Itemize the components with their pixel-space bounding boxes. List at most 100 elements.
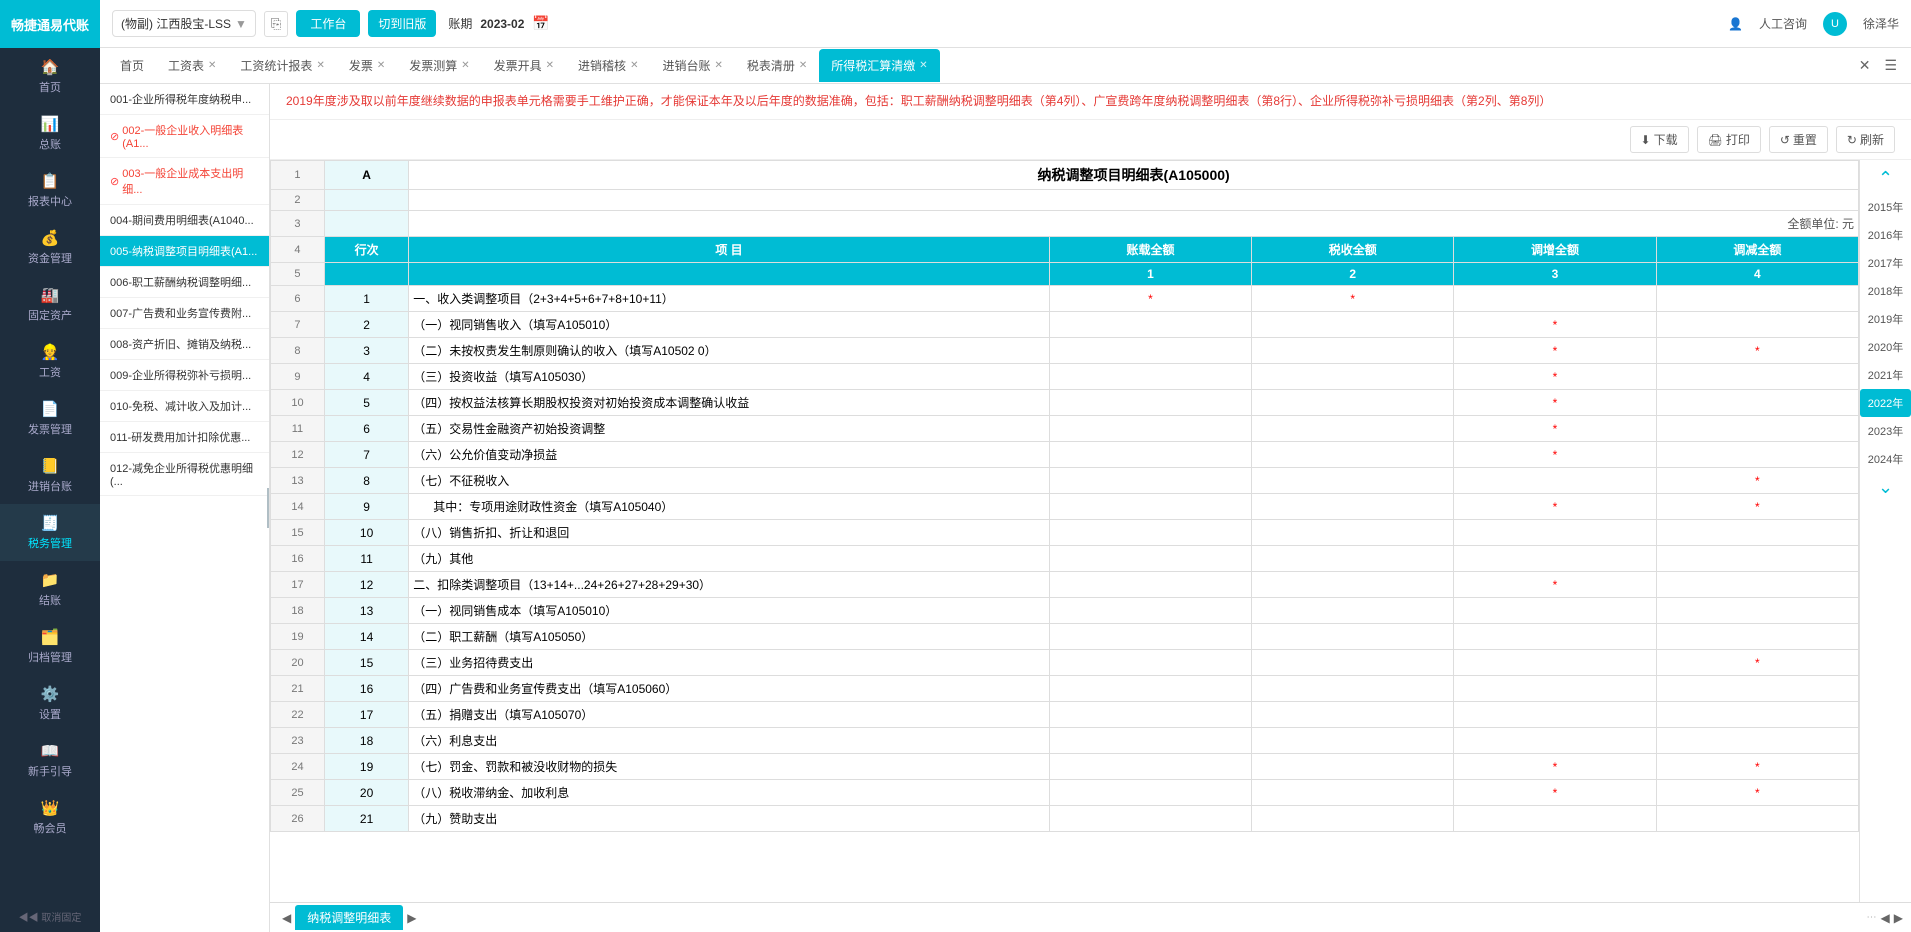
toolbar: ⬇ 下载 🖨 打印 ↺ 重置 ↻ 刷新 [270,120,1911,160]
copy-icon[interactable]: ⎘ [264,11,288,37]
table-row: 24 19 （七）罚金、罚款和被没收财物的损失 * * [271,754,1859,780]
year-nav-down[interactable]: ⌄ [1874,473,1897,502]
year-item-2016[interactable]: 2016年 [1860,221,1911,249]
reports-icon: 📋 [41,172,60,190]
print-button[interactable]: 🖨 打印 [1697,126,1761,153]
scroll-right-btn[interactable]: ▶ [1894,911,1903,925]
tab-purchsale-check[interactable]: 进销稽核 ✕ [566,49,650,82]
sidebar-item-archive[interactable]: 🗂️ 归档管理 [0,618,100,675]
sidebar-item-tax[interactable]: 🧾 税务管理 [0,504,100,561]
tab-tax-list[interactable]: 税表清册 ✕ [735,49,819,82]
table-scroll-area[interactable]: 1 A 纳税调整项目明细表(A105000) 2 3 [270,160,1859,902]
tab-payroll[interactable]: 工资表 ✕ [156,49,228,82]
sidebar: 畅捷通易代账 🏠 首页 📊 总账 📋 报表中心 💰 资金管理 🏭 固定资产 👷 … [0,0,100,932]
table-row: 14 9 其中：专项用途财政性资金（填写A105040） * * [271,494,1859,520]
sidebar-item-home[interactable]: 🏠 首页 [0,48,100,105]
tab-invoice-open[interactable]: 发票开具 ✕ [482,49,566,82]
sidebar-item-reports[interactable]: 📋 报表中心 [0,162,100,219]
topbar-right: 👤 人工咨询 U 徐泽华 [1728,12,1899,36]
year-item-2022[interactable]: 2022年 [1860,389,1911,417]
tab-close-purchsale-check[interactable]: ✕ [630,60,638,71]
sidebar-item-vip[interactable]: 👑 畅会员 [0,789,100,846]
left-panel-item-002[interactable]: ⊘ 002-一般企业收入明细表(A1... [100,115,269,158]
left-panel-item-004[interactable]: 004-期间费用明细表(A1040... [100,205,269,236]
table-row: 20 15 （三）业务招待费支出 * [271,650,1859,676]
left-panel-item-012[interactable]: 012-减免企业所得税优惠明细(... [100,453,269,496]
year-item-2020[interactable]: 2020年 [1860,333,1911,361]
bottom-tab-active[interactable]: 纳税调整明细表 [295,905,403,930]
scroll-left-btn[interactable]: ◀ [1881,911,1890,925]
sidebar-item-purchsale[interactable]: 📒 进销台账 [0,447,100,504]
table-row: 7 2 （一）视同销售收入（填写A105010） * [271,312,1859,338]
year-item-2023[interactable]: 2023年 [1860,417,1911,445]
year-item-2018[interactable]: 2018年 [1860,277,1911,305]
sidebar-item-guide[interactable]: 📖 新手引导 [0,732,100,789]
sidebar-unpin[interactable]: ◀◀ 取消固定 [0,901,100,932]
company-selector[interactable]: (物副) 江西股宝-LSS ▼ [112,10,256,37]
sidebar-item-assets[interactable]: 🏭 固定资产 [0,276,100,333]
refresh-button[interactable]: ↻ 刷新 [1836,126,1895,153]
year-item-2019[interactable]: 2019年 [1860,305,1911,333]
left-panel-item-010[interactable]: 010-免税、减计收入及加计... [100,391,269,422]
period-label: 账期 [448,15,472,32]
left-panel-item-006[interactable]: 006-职工薪酬纳税调整明细... [100,267,269,298]
tab-close-enterprise-tax[interactable]: ✕ [919,60,927,71]
download-button[interactable]: ⬇ 下载 [1630,126,1689,153]
close-period-icon: 📁 [41,571,60,589]
sidebar-item-finance[interactable]: 💰 资金管理 [0,219,100,276]
tab-close-invoice-open[interactable]: ✕ [546,60,554,71]
sidebar-item-ledger[interactable]: 📊 总账 [0,105,100,162]
ledger-icon: 📊 [41,115,60,133]
table-row: 18 13 （一）视同销售成本（填写A105010） [271,598,1859,624]
reset-button[interactable]: ↺ 重置 [1769,126,1828,153]
assets-icon: 🏭 [41,286,60,304]
tab-close-invoice[interactable]: ✕ [377,60,385,71]
tax-icon: 🧾 [41,514,60,532]
tab-close-payroll-stats[interactable]: ✕ [316,60,324,71]
table-year-container: 1 A 纳税调整项目明细表(A105000) 2 3 [270,160,1911,902]
sidebar-item-payroll[interactable]: 👷 工资 [0,333,100,390]
tab-close-purchsale-ledger[interactable]: ✕ [714,60,722,71]
support-text[interactable]: 人工咨询 [1759,15,1807,32]
left-panel-item-005[interactable]: 005-纳税调整项目明细表(A1... [100,236,269,267]
tab-enterprise-tax[interactable]: 所得税汇算清缴 ✕ [819,49,939,82]
tab-invoice-calc[interactable]: 发票测算 ✕ [397,49,481,82]
year-item-2015[interactable]: 2015年 [1860,193,1911,221]
tab-close-tax-list[interactable]: ✕ [799,60,807,71]
left-panel-item-008[interactable]: 008-资产折旧、摊销及纳税... [100,329,269,360]
workbench-button[interactable]: 工作台 [296,10,360,37]
year-item-2017[interactable]: 2017年 [1860,249,1911,277]
old-version-button[interactable]: 切到旧版 [368,10,436,37]
tab-close-all[interactable]: ✕ [1851,53,1879,78]
main-table: 1 A 纳税调整项目明细表(A105000) 2 3 [270,160,1859,832]
tab-close-invoice-calc[interactable]: ✕ [461,60,469,71]
sidebar-item-invoice[interactable]: 📄 发票管理 [0,390,100,447]
left-panel-item-001[interactable]: 001-企业所得税年度纳税申... [100,84,269,115]
tab-purchsale-ledger[interactable]: 进销台账 ✕ [650,49,734,82]
tab-close-payroll[interactable]: ✕ [208,60,216,71]
left-panel-item-011[interactable]: 011-研发费用加计扣除优惠... [100,422,269,453]
username[interactable]: 徐泽华 [1863,15,1899,32]
left-scroll-btn[interactable]: ◀ [278,909,295,927]
support-icon: 👤 [1728,17,1743,31]
right-scroll-btn[interactable]: ▶ [403,909,420,927]
left-panel-item-007[interactable]: 007-广告费和业务宣传费附... [100,298,269,329]
tab-menu[interactable]: ☰ [1878,53,1903,78]
payroll-icon: 👷 [41,343,60,361]
sidebar-item-close[interactable]: 📁 结账 [0,561,100,618]
left-panel-item-003[interactable]: ⊘ 003-一般企业成本支出明细... [100,158,269,205]
tab-payroll-stats[interactable]: 工资统计报表 ✕ [228,49,336,82]
left-panel-item-009[interactable]: 009-企业所得税弥补亏损明... [100,360,269,391]
table-row: 26 21 （九）赞助支出 [271,806,1859,832]
year-item-2021[interactable]: 2021年 [1860,361,1911,389]
finance-icon: 💰 [41,229,60,247]
table-row: 11 6 （五）交易性金融资产初始投资调整 * [271,416,1859,442]
company-dropdown-icon: ▼ [235,17,247,31]
sidebar-item-settings[interactable]: ⚙️ 设置 [0,675,100,732]
table-header-row: 4 行次 项 目 账载全额 税收全额 调增全额 调减全额 [271,237,1859,263]
year-nav-up[interactable]: ⌃ [1874,164,1897,193]
year-item-2024[interactable]: 2024年 [1860,445,1911,473]
tab-invoice[interactable]: 发票 ✕ [337,49,397,82]
tab-home[interactable]: 首页 [108,49,156,82]
table-row: 23 18 （六）利息支出 [271,728,1859,754]
